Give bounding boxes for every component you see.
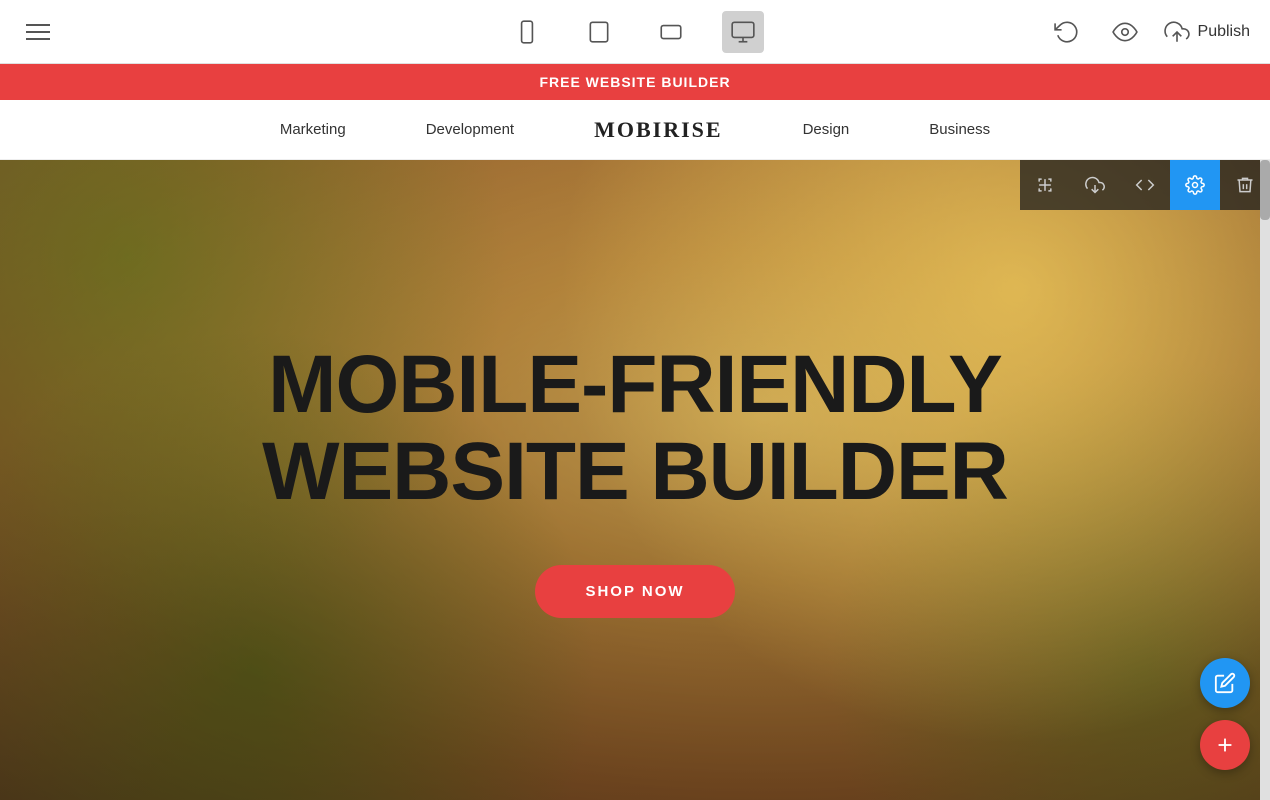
desktop-icon xyxy=(730,19,756,45)
nav-item-marketing[interactable]: Marketing xyxy=(280,121,346,138)
download-icon xyxy=(1085,175,1105,195)
tablet-icon xyxy=(586,19,612,45)
settings-icon xyxy=(1185,175,1205,195)
section-move-button[interactable] xyxy=(1020,160,1070,210)
mobile-view-button[interactable] xyxy=(506,11,548,53)
toolbar-right: Publish xyxy=(1048,13,1250,51)
edit-fab-button[interactable] xyxy=(1200,658,1250,708)
preview-button[interactable] xyxy=(1106,13,1144,51)
code-icon xyxy=(1135,175,1155,195)
site-logo[interactable]: MOBIRISE xyxy=(594,117,722,143)
hero-title-line1: MOBILE-FRIENDLY xyxy=(268,339,1002,430)
hamburger-icon xyxy=(26,24,50,40)
fab-container xyxy=(1200,658,1250,770)
section-settings-button[interactable] xyxy=(1170,160,1220,210)
cta-button[interactable]: SHOP NOW xyxy=(535,565,734,618)
tablet-landscape-icon xyxy=(658,19,684,45)
device-switcher xyxy=(506,11,764,53)
nav-item-development[interactable]: Development xyxy=(426,121,514,138)
nav-item-business[interactable]: Business xyxy=(929,121,990,138)
section-download-button[interactable] xyxy=(1070,160,1120,210)
scrollbar-thumb[interactable] xyxy=(1260,160,1270,220)
eye-icon xyxy=(1112,19,1138,45)
hero-content: MOBILE-FRIENDLY WEBSITE BUILDER SHOP NOW xyxy=(0,160,1270,800)
undo-button[interactable] xyxy=(1048,13,1086,51)
pencil-icon xyxy=(1214,672,1236,694)
trash-icon xyxy=(1235,175,1255,195)
toolbar-left xyxy=(20,18,56,46)
mobile-icon xyxy=(514,19,540,45)
tablet-view-button[interactable] xyxy=(578,11,620,53)
top-toolbar: Publish xyxy=(0,0,1270,64)
scrollbar-track[interactable] xyxy=(1260,160,1270,800)
nav-item-design[interactable]: Design xyxy=(803,121,850,138)
hero-title: MOBILE-FRIENDLY WEBSITE BUILDER xyxy=(262,342,1008,514)
hero-section: MOBILE-FRIENDLY WEBSITE BUILDER SHOP NOW xyxy=(0,160,1270,800)
section-toolbar xyxy=(1020,160,1270,210)
navigation-bar: Marketing Development MOBIRISE Design Bu… xyxy=(0,100,1270,160)
section-code-button[interactable] xyxy=(1120,160,1170,210)
banner-text: FREE WEBSITE BUILDER xyxy=(539,74,730,90)
publish-icon xyxy=(1164,19,1190,45)
move-icon xyxy=(1035,175,1055,195)
plus-icon xyxy=(1214,734,1236,756)
desktop-view-button[interactable] xyxy=(722,11,764,53)
undo-icon xyxy=(1054,19,1080,45)
promo-banner: FREE WEBSITE BUILDER xyxy=(0,64,1270,100)
publish-button[interactable]: Publish xyxy=(1164,19,1250,45)
hero-title-line2: WEBSITE BUILDER xyxy=(262,426,1008,517)
tablet-landscape-button[interactable] xyxy=(650,11,692,53)
menu-button[interactable] xyxy=(20,18,56,46)
publish-label: Publish xyxy=(1198,23,1250,41)
add-block-fab-button[interactable] xyxy=(1200,720,1250,770)
